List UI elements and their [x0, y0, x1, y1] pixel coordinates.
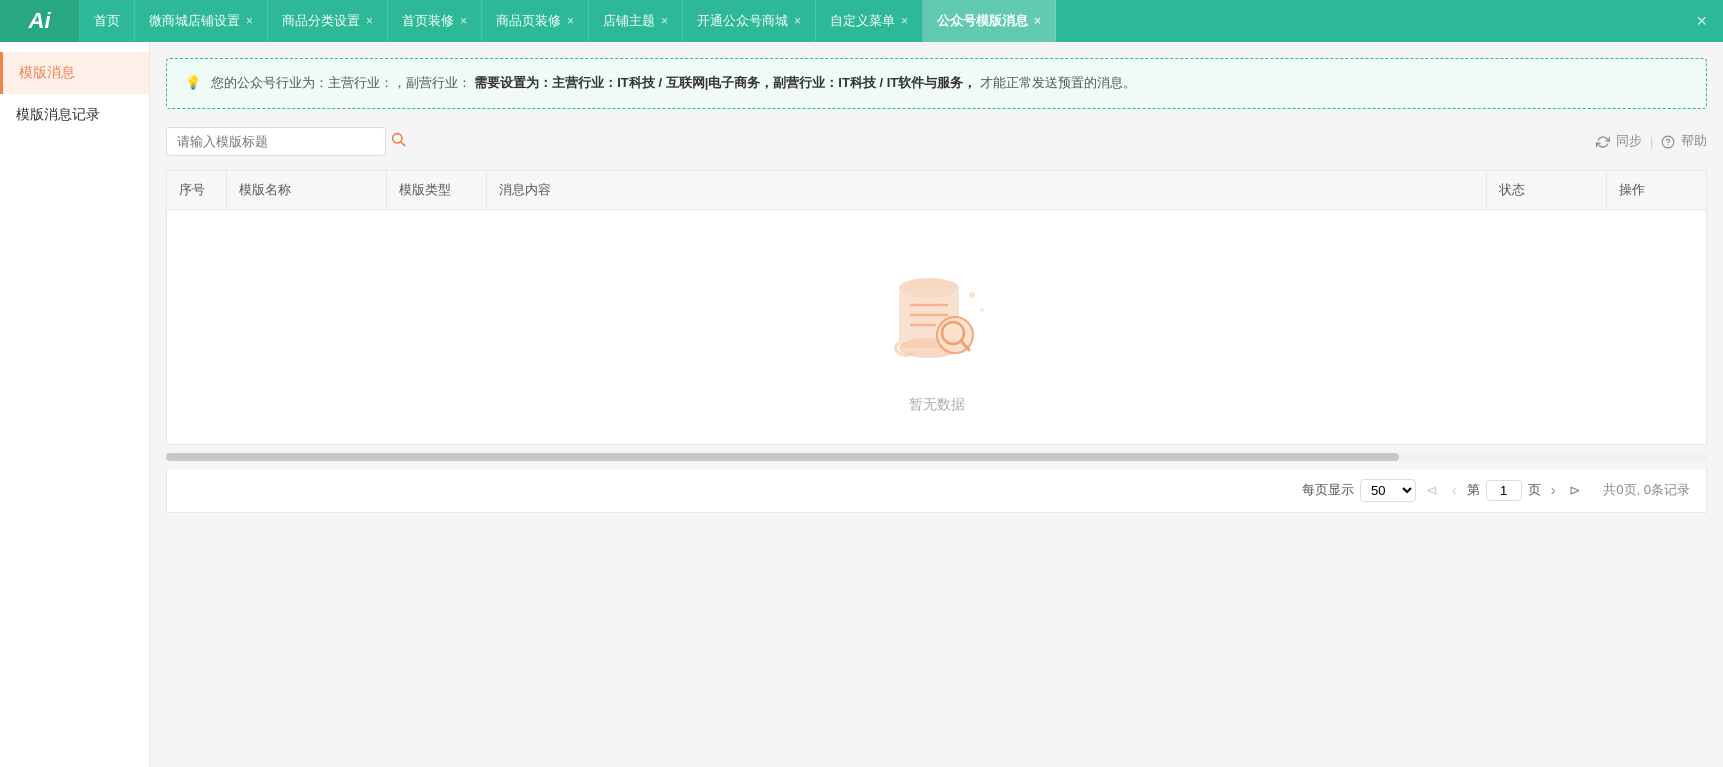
page-prefix: 第: [1467, 481, 1480, 499]
close-tab-store-theme-button[interactable]: ×: [661, 14, 668, 28]
alert-box: 💡 您的公众号行业为：主营行业：，副营行业： 需要设置为：主营行业：IT科技 /…: [166, 58, 1707, 109]
nav-tab-home[interactable]: 首页: [80, 0, 135, 42]
help-button[interactable]: 帮助: [1661, 132, 1707, 150]
sidebar-items: 模版消息模版消息记录: [0, 52, 149, 136]
col-header-type: 模版类型: [387, 170, 487, 209]
close-tab-category-settings-button[interactable]: ×: [366, 14, 373, 28]
svg-line-1: [401, 142, 405, 146]
col-header-name: 模版名称: [227, 170, 387, 209]
total-info: 共0页, 0条记录: [1603, 481, 1690, 499]
top-nav: Ai 首页微商城店铺设置×商品分类设置×首页装修×商品页装修×店铺主题×开通公众…: [0, 0, 1723, 42]
close-tab-home-decor-button[interactable]: ×: [460, 14, 467, 28]
col-header-index: 序号: [167, 170, 227, 209]
pagination: 每页显示 102050100 ⊲ ‹ 第 页 › ⊳ 共0页, 0条记录: [166, 469, 1707, 513]
alert-suffix: 才能正常发送预置的消息。: [980, 75, 1136, 90]
search-bar: 同步 | 帮助: [166, 127, 1707, 156]
last-page-button[interactable]: ⊳: [1565, 480, 1585, 500]
empty-text: 暂无数据: [909, 396, 965, 414]
nav-tab-custom-menu[interactable]: 自定义菜单×: [816, 0, 923, 42]
nav-tab-store-theme[interactable]: 店铺主题×: [589, 0, 683, 42]
search-input[interactable]: [166, 127, 386, 156]
main-layout: 模版消息模版消息记录 💡 您的公众号行业为：主营行业：，副营行业： 需要设置为：…: [0, 42, 1723, 767]
sync-button[interactable]: 同步: [1596, 132, 1642, 150]
alert-highlight: 需要设置为：主营行业：IT科技 / 互联网|电子商务，副营行业：IT科技 / I…: [474, 75, 976, 90]
close-tab-custom-menu-button[interactable]: ×: [901, 14, 908, 28]
col-header-status: 状态: [1487, 170, 1607, 209]
page-size-select[interactable]: 102050100: [1360, 479, 1416, 502]
close-tab-product-decor-button[interactable]: ×: [567, 14, 574, 28]
svg-point-13: [969, 292, 975, 298]
empty-icon: [877, 260, 997, 380]
nav-tabs: 首页微商城店铺设置×商品分类设置×首页装修×商品页装修×店铺主题×开通公众号商城…: [80, 0, 1680, 42]
page-size-label: 每页显示: [1302, 481, 1354, 499]
nav-tab-open-mall[interactable]: 开通公众号商城×: [683, 0, 816, 42]
alert-prefix: 您的公众号行业为：主营行业：，副营行业：: [211, 75, 471, 90]
horizontal-scrollbar[interactable]: [166, 453, 1707, 461]
first-page-button[interactable]: ⊲: [1422, 480, 1442, 500]
sidebar-item-template-message-record[interactable]: 模版消息记录: [0, 94, 149, 136]
table-header: 序号模版名称模版类型消息内容状态操作: [167, 170, 1707, 209]
nav-tab-product-decor[interactable]: 商品页装修×: [482, 0, 589, 42]
nav-tab-home-decor[interactable]: 首页装修×: [388, 0, 482, 42]
sidebar: 模版消息模版消息记录: [0, 42, 150, 767]
content-area: 💡 您的公众号行业为：主营行业：，副营行业： 需要设置为：主营行业：IT科技 /…: [150, 42, 1723, 767]
close-tab-template-msg-button[interactable]: ×: [1034, 14, 1041, 28]
empty-state: 暂无数据: [166, 210, 1707, 445]
page-number-input[interactable]: [1486, 480, 1522, 501]
app-logo: Ai: [0, 0, 80, 42]
nav-tab-template-msg[interactable]: 公众号模版消息×: [923, 0, 1056, 42]
close-tab-open-mall-button[interactable]: ×: [794, 14, 801, 28]
prev-page-button[interactable]: ‹: [1448, 480, 1461, 500]
page-unit: 页: [1528, 481, 1541, 499]
sync-help-area: 同步 | 帮助: [1596, 132, 1707, 150]
search-button[interactable]: [390, 131, 406, 151]
sidebar-item-template-message[interactable]: 模版消息: [0, 52, 149, 94]
close-tab-shop-settings-button[interactable]: ×: [246, 14, 253, 28]
data-table: 序号模版名称模版类型消息内容状态操作: [166, 170, 1707, 210]
nav-tab-shop-settings[interactable]: 微商城店铺设置×: [135, 0, 268, 42]
svg-point-14: [980, 308, 984, 312]
col-header-action: 操作: [1607, 170, 1707, 209]
next-page-button[interactable]: ›: [1547, 480, 1560, 500]
close-all-button[interactable]: ×: [1680, 0, 1723, 42]
col-header-content: 消息内容: [487, 170, 1487, 209]
nav-tab-category-settings[interactable]: 商品分类设置×: [268, 0, 388, 42]
alert-icon: 💡: [185, 75, 201, 90]
